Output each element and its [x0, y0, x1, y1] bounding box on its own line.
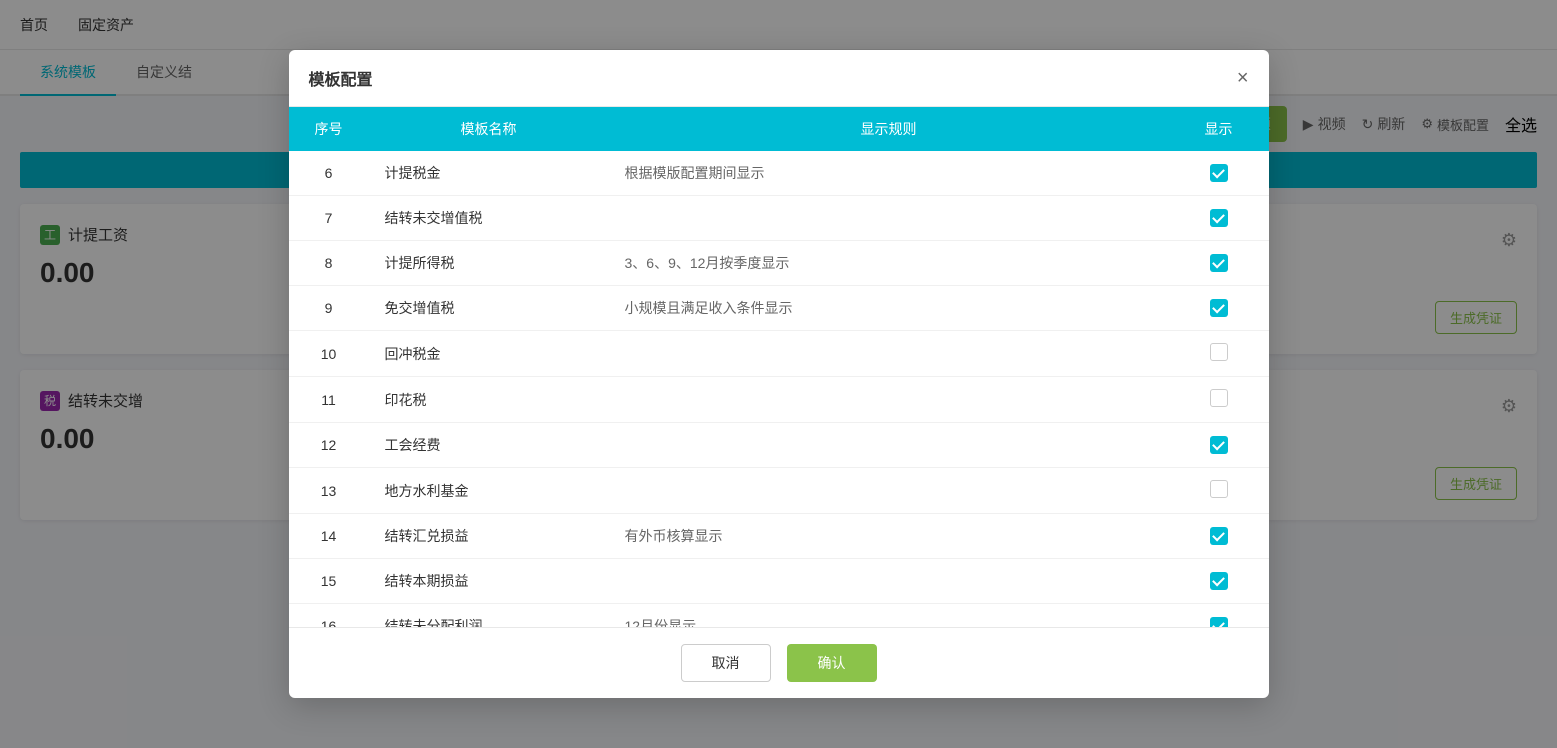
- cell-rule: [609, 331, 1169, 377]
- table-row: 6计提税金根据模版配置期间显示: [289, 151, 1269, 196]
- col-header-name: 模板名称: [369, 107, 609, 151]
- table-row: 14结转汇兑损益有外币核算显示: [289, 514, 1269, 559]
- table-body: 6计提税金根据模版配置期间显示7结转未交增值税8计提所得税3、6、9、12月按季…: [289, 151, 1269, 627]
- cell-name: 地方水利基金: [369, 468, 609, 514]
- cell-index: 11: [289, 377, 369, 423]
- cancel-button[interactable]: 取消: [681, 644, 771, 682]
- cell-name: 结转汇兑损益: [369, 514, 609, 559]
- cell-name: 工会经费: [369, 423, 609, 468]
- cell-name: 印花税: [369, 377, 609, 423]
- cell-name: 结转本期损益: [369, 559, 609, 604]
- table-header-row: 序号 模板名称 显示规则 显示: [289, 107, 1269, 151]
- checkbox-13[interactable]: [1210, 480, 1228, 498]
- cell-index: 6: [289, 151, 369, 196]
- cell-checkbox[interactable]: [1169, 196, 1269, 241]
- cell-checkbox[interactable]: [1169, 151, 1269, 196]
- cell-checkbox[interactable]: [1169, 514, 1269, 559]
- col-header-display: 显示: [1169, 107, 1269, 151]
- cell-rule: [609, 468, 1169, 514]
- cell-name: 结转未交增值税: [369, 196, 609, 241]
- table-row: 13地方水利基金: [289, 468, 1269, 514]
- cell-rule: [609, 559, 1169, 604]
- checkbox-16[interactable]: [1210, 617, 1228, 627]
- table-row: 9免交增值税小规模且满足收入条件显示: [289, 286, 1269, 331]
- cell-rule: 根据模版配置期间显示: [609, 151, 1169, 196]
- cell-name: 回冲税金: [369, 331, 609, 377]
- checkbox-15[interactable]: [1210, 572, 1228, 590]
- cell-rule: [609, 377, 1169, 423]
- config-table: 序号 模板名称 显示规则 显示 6计提税金根据模版配置期间显示7结转未交增值税8…: [289, 107, 1269, 627]
- table-row: 11印花税: [289, 377, 1269, 423]
- cell-name: 计提税金: [369, 151, 609, 196]
- modal-close-button[interactable]: ×: [1237, 68, 1249, 88]
- col-header-rule: 显示规则: [609, 107, 1169, 151]
- modal-template-config: 模板配置 × 序号 模板名称 显示规则 显示 6计提税金根据模版配置期间显: [289, 50, 1269, 698]
- confirm-button[interactable]: 确认: [787, 644, 877, 682]
- cell-name: 免交增值税: [369, 286, 609, 331]
- cell-index: 9: [289, 286, 369, 331]
- cell-index: 15: [289, 559, 369, 604]
- col-header-index: 序号: [289, 107, 369, 151]
- modal-body: 序号 模板名称 显示规则 显示 6计提税金根据模版配置期间显示7结转未交增值税8…: [289, 107, 1269, 627]
- checkbox-10[interactable]: [1210, 343, 1228, 361]
- cell-rule: 3、6、9、12月按季度显示: [609, 241, 1169, 286]
- table-row: 10回冲税金: [289, 331, 1269, 377]
- table-scroll-area[interactable]: 序号 模板名称 显示规则 显示 6计提税金根据模版配置期间显示7结转未交增值税8…: [289, 107, 1269, 627]
- checkbox-8[interactable]: [1210, 254, 1228, 272]
- modal-footer: 取消 确认: [289, 627, 1269, 698]
- cell-rule: [609, 196, 1169, 241]
- cell-checkbox[interactable]: [1169, 241, 1269, 286]
- cell-checkbox[interactable]: [1169, 559, 1269, 604]
- table-row: 12工会经费: [289, 423, 1269, 468]
- checkbox-12[interactable]: [1210, 436, 1228, 454]
- table-row: 7结转未交增值税: [289, 196, 1269, 241]
- cell-index: 14: [289, 514, 369, 559]
- cell-checkbox[interactable]: [1169, 331, 1269, 377]
- checkbox-9[interactable]: [1210, 299, 1228, 317]
- table-row: 8计提所得税3、6、9、12月按季度显示: [289, 241, 1269, 286]
- cell-checkbox[interactable]: [1169, 468, 1269, 514]
- cell-rule: 小规模且满足收入条件显示: [609, 286, 1169, 331]
- checkbox-11[interactable]: [1210, 389, 1228, 407]
- cell-checkbox[interactable]: [1169, 377, 1269, 423]
- cell-index: 8: [289, 241, 369, 286]
- table-row: 16结转未分配利润12月份显示: [289, 604, 1269, 628]
- cell-index: 7: [289, 196, 369, 241]
- cell-name: 结转未分配利润: [369, 604, 609, 628]
- modal-header: 模板配置 ×: [289, 50, 1269, 107]
- modal-overlay: 模板配置 × 序号 模板名称 显示规则 显示 6计提税金根据模版配置期间显: [0, 0, 1557, 748]
- cell-checkbox[interactable]: [1169, 604, 1269, 628]
- cell-rule: 有外币核算显示: [609, 514, 1169, 559]
- cell-rule: 12月份显示: [609, 604, 1169, 628]
- table-row: 15结转本期损益: [289, 559, 1269, 604]
- cell-index: 16: [289, 604, 369, 628]
- cell-index: 13: [289, 468, 369, 514]
- cell-index: 10: [289, 331, 369, 377]
- checkbox-6[interactable]: [1210, 164, 1228, 182]
- checkbox-14[interactable]: [1210, 527, 1228, 545]
- checkbox-7[interactable]: [1210, 209, 1228, 227]
- cell-index: 12: [289, 423, 369, 468]
- cell-name: 计提所得税: [369, 241, 609, 286]
- cell-checkbox[interactable]: [1169, 286, 1269, 331]
- cell-rule: [609, 423, 1169, 468]
- cell-checkbox[interactable]: [1169, 423, 1269, 468]
- modal-title: 模板配置: [309, 66, 373, 90]
